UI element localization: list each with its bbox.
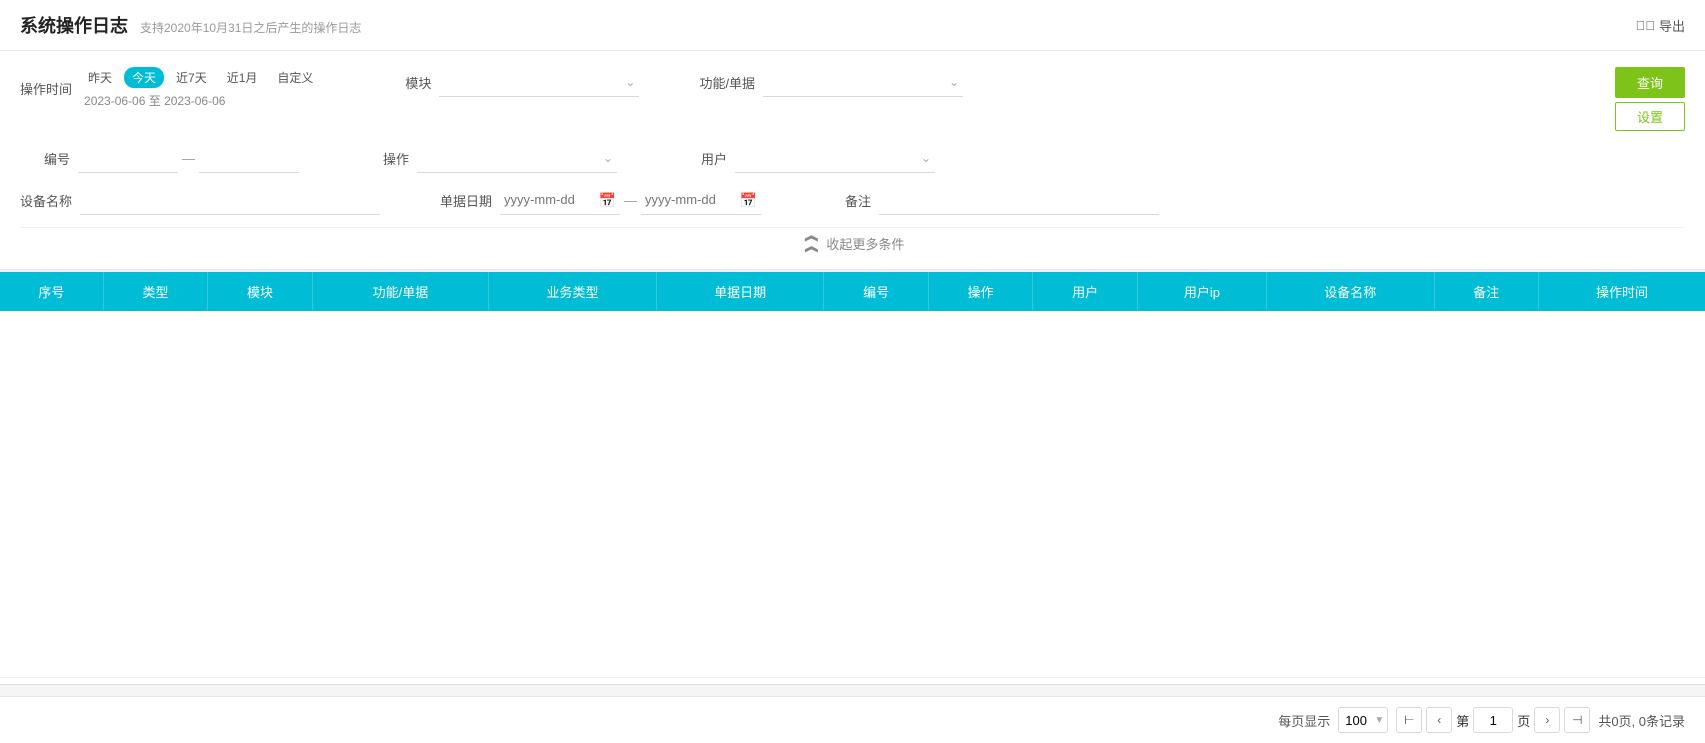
col-op-time: 操作时间 xyxy=(1539,272,1705,311)
page-title: 系统操作日志 xyxy=(20,12,128,38)
number-from-input[interactable] xyxy=(78,143,178,173)
pagination-bar: 每页显示 50 100 200 ▼ ⊢ ‹ 第 页 › ⊣ 共0页, 0条记录 xyxy=(0,696,1705,743)
filter-row-3: 设备名称 单据日期 📅 — 📅 xyxy=(20,185,1685,215)
operation-select[interactable] xyxy=(417,143,617,173)
doc-date-from-input[interactable] xyxy=(500,185,620,215)
tab-today[interactable]: 今天 xyxy=(124,67,164,88)
filter-item-module: 模块 ⌄ xyxy=(381,67,639,97)
tab-yesterday[interactable]: 昨天 xyxy=(80,67,120,88)
page-total-text: 共0页, 0条记录 xyxy=(1598,711,1685,730)
module-select-wrapper: ⌄ xyxy=(439,67,639,97)
filter-item-function: 功能/单据 ⌄ xyxy=(699,67,963,97)
next-page-button[interactable]: › xyxy=(1534,707,1560,733)
tab-1month[interactable]: 近1月 xyxy=(219,67,266,88)
collapse-up-icon: ❰❰ xyxy=(803,233,819,255)
filter-area: 操作时间 昨天 今天 近7天 近1月 自定义 2023-06-06 至 2023… xyxy=(0,51,1705,270)
number-range: — xyxy=(78,143,299,173)
number-label: 编号 xyxy=(20,149,70,168)
empty-row xyxy=(0,311,1705,678)
col-remark: 备注 xyxy=(1434,272,1538,311)
page-header: 系统操作日志 支持2020年10月31日之后产生的操作日志 ↗⃞ 导出 xyxy=(0,0,1705,51)
remark-input[interactable] xyxy=(879,185,1159,215)
col-function: 功能/单据 xyxy=(312,272,488,311)
query-button[interactable]: 查询 xyxy=(1615,67,1685,98)
page-current-input[interactable] xyxy=(1473,707,1513,733)
device-input[interactable] xyxy=(80,185,380,215)
user-select-wrapper: ⌄ xyxy=(735,143,935,173)
page-size-select[interactable]: 50 100 200 xyxy=(1338,707,1388,733)
prev-page-button[interactable]: ‹ xyxy=(1426,707,1452,733)
module-select[interactable] xyxy=(439,67,639,97)
col-user: 用户 xyxy=(1033,272,1137,311)
collapse-button[interactable]: ❰❰ 收起更多条件 xyxy=(801,234,905,253)
table-header-row: 序号 类型 模块 功能/单据 业务类型 单据日期 编号 操作 用户 用户ip 设… xyxy=(0,272,1705,311)
table-container: 序号 类型 模块 功能/单据 业务类型 单据日期 编号 操作 用户 用户ip 设… xyxy=(0,272,1705,684)
col-doc-date: 单据日期 xyxy=(656,272,824,311)
function-select-wrapper: ⌄ xyxy=(763,67,963,97)
doc-date-to-wrapper: 📅 xyxy=(641,185,761,215)
user-label: 用户 xyxy=(677,149,727,168)
filter-item-docdate: 单据日期 📅 — 📅 xyxy=(440,185,761,215)
page-input-wrapper: 第 页 xyxy=(1456,707,1530,733)
settings-button[interactable]: 设置 xyxy=(1615,102,1685,131)
operation-label: 操作 xyxy=(359,149,409,168)
col-device: 设备名称 xyxy=(1266,272,1434,311)
function-select[interactable] xyxy=(763,67,963,97)
filter-item-time: 操作时间 昨天 今天 近7天 近1月 自定义 2023-06-06 至 2023… xyxy=(20,67,321,109)
remark-label: 备注 xyxy=(821,191,871,210)
doc-date-sep: — xyxy=(624,193,637,208)
doc-date-from-wrapper: 📅 xyxy=(500,185,620,215)
date-filter-group: 昨天 今天 近7天 近1月 自定义 2023-06-06 至 2023-06-0… xyxy=(80,67,321,109)
filter-item-remark: 备注 xyxy=(821,185,1159,215)
function-label: 功能/单据 xyxy=(699,73,755,92)
export-icon: ↗⃞ xyxy=(1635,18,1655,33)
col-type: 类型 xyxy=(103,272,207,311)
filter-item-user: 用户 ⌄ xyxy=(677,143,935,173)
filter-row-2: 编号 — 操作 ⌄ 用户 xyxy=(20,143,1685,173)
page-size-label: 每页显示 xyxy=(1278,711,1330,730)
col-user-ip: 用户ip xyxy=(1137,272,1266,311)
number-to-input[interactable] xyxy=(199,143,299,173)
module-label: 模块 xyxy=(381,73,431,92)
page-subtitle: 支持2020年10月31日之后产生的操作日志 xyxy=(140,19,361,36)
filter-row-1: 操作时间 昨天 今天 近7天 近1月 自定义 2023-06-06 至 2023… xyxy=(20,67,1685,131)
time-label: 操作时间 xyxy=(20,79,72,98)
page-nav: ⊢ ‹ 第 页 › ⊣ xyxy=(1396,707,1590,733)
device-label: 设备名称 xyxy=(20,191,72,210)
doc-date-to-input[interactable] xyxy=(641,185,761,215)
filter-item-device: 设备名称 xyxy=(20,185,380,215)
page-label: 第 xyxy=(1456,711,1469,730)
time-range-text: 2023-06-06 至 2023-06-06 xyxy=(84,92,321,109)
operation-select-wrapper: ⌄ xyxy=(417,143,617,173)
date-range-doc: 📅 — 📅 xyxy=(500,185,761,215)
docdate-label: 单据日期 xyxy=(440,191,492,210)
filter-item-operation: 操作 ⌄ xyxy=(359,143,617,173)
tab-custom[interactable]: 自定义 xyxy=(269,67,321,88)
col-seq: 序号 xyxy=(0,272,103,311)
data-table: 序号 类型 模块 功能/单据 业务类型 单据日期 编号 操作 用户 用户ip 设… xyxy=(0,272,1705,678)
col-operation: 操作 xyxy=(928,272,1032,311)
empty-area xyxy=(8,319,1697,669)
collapse-bar: ❰❰ 收起更多条件 xyxy=(20,227,1685,259)
action-buttons: 查询 设置 xyxy=(1615,67,1685,131)
col-module: 模块 xyxy=(208,272,312,311)
filter-item-number: 编号 — xyxy=(20,143,299,173)
page-unit: 页 xyxy=(1517,711,1530,730)
user-select[interactable] xyxy=(735,143,935,173)
number-range-sep: — xyxy=(182,151,195,166)
col-biz-type: 业务类型 xyxy=(489,272,657,311)
scrollbar-area[interactable] xyxy=(0,684,1705,696)
last-page-button[interactable]: ⊣ xyxy=(1564,707,1590,733)
tab-7days[interactable]: 近7天 xyxy=(168,67,215,88)
page-size-wrapper: 50 100 200 ▼ xyxy=(1338,707,1388,733)
date-tabs: 昨天 今天 近7天 近1月 自定义 xyxy=(80,67,321,88)
first-page-button[interactable]: ⊢ xyxy=(1396,707,1422,733)
col-number: 编号 xyxy=(824,272,928,311)
export-button[interactable]: ↗⃞ 导出 xyxy=(1635,16,1685,35)
